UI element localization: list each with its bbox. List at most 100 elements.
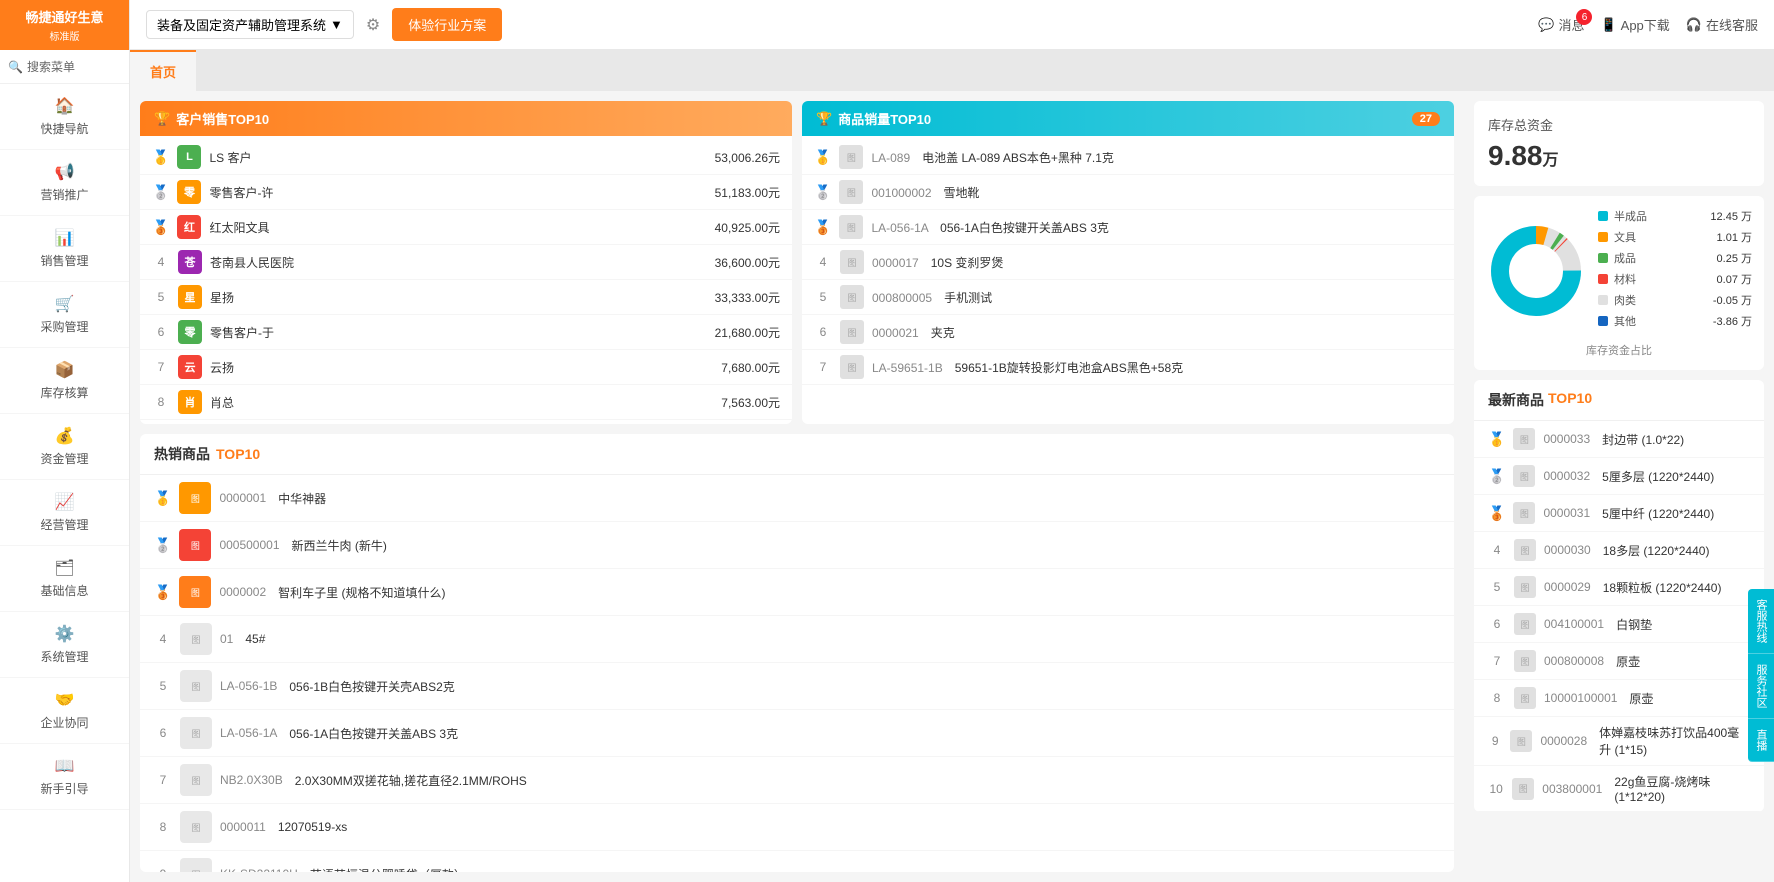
floating-cs-btn[interactable]: 直播 (1748, 719, 1774, 762)
customer-avatar: 云 (178, 355, 202, 379)
medal-icon: 🥈 (152, 184, 169, 201)
hot-product-name: 12070519-xs (278, 820, 1440, 834)
product-img-placeholder: 图 (847, 291, 856, 304)
product-code: 000800005 (872, 291, 932, 305)
new-product-name: 22g鱼豆腐-烧烤味 (1*12*20) (1614, 773, 1750, 804)
customer-name: 苍南县人民医院 (210, 254, 707, 271)
product-info: 000800005 手机测试 (872, 289, 1442, 306)
nav-icon: 📖 (55, 756, 75, 776)
sidebar-item-企业协同[interactable]: 🤝企业协同 (0, 678, 129, 744)
new-products-top10: TOP10 (1548, 390, 1592, 410)
hot-product-name: 056-1B白色按键开关壳ABS2克 (289, 678, 1440, 695)
legend-label: 材料 (1614, 271, 1711, 287)
hot-img-placeholder: 图 (191, 821, 200, 834)
legend-dot (1598, 232, 1608, 242)
hot-product-img: 图 (180, 811, 212, 843)
product-info: 0000021 夹克 (872, 324, 1442, 341)
app-download-btn[interactable]: 📱 App下载 (1600, 15, 1669, 34)
customer-rank-row: 6 零 零售客户-于 21,680.00元 (140, 315, 792, 350)
rank-number: 8 (152, 395, 170, 409)
customer-amount: 33,333.00元 (715, 289, 780, 306)
tab-home[interactable]: 首页 (130, 50, 196, 91)
new-product-row: 5 图 0000029 18颗粒板 (1220*2440) (1474, 569, 1764, 606)
hot-product-img: 图 (179, 576, 211, 608)
new-img-placeholder: 图 (1520, 692, 1529, 705)
product-trophy-icon: 🏆 (816, 111, 832, 127)
sidebar-item-资金管理[interactable]: 💰资金管理 (0, 414, 129, 480)
app-version: 标准版 (25, 28, 103, 43)
new-product-img: 图 (1510, 730, 1532, 752)
chart-label: 库存资金占比 (1486, 342, 1752, 358)
product-img-placeholder: 图 (847, 186, 856, 199)
customer-amount: 36,600.00元 (715, 254, 780, 271)
new-products-header: 最新商品 TOP10 (1474, 380, 1764, 421)
legend-label: 肉类 (1614, 292, 1707, 308)
sidebar-item-采购管理[interactable]: 🛒采购管理 (0, 282, 129, 348)
sidebar-item-基础信息[interactable]: 🗂基础信息 (0, 546, 129, 612)
product-img-placeholder: 图 (847, 221, 856, 234)
product-ranking-body: 🥇 图 LA-089 电池盖 LA-089 ABS本色+黑种 7.1克🥈 图 0… (802, 136, 1454, 389)
customer-ranking-body: 🥇 L LS 客户 53,006.26元🥈 零 零售客户-许 51,183.00… (140, 136, 792, 424)
floating-cs: 客服热线服务社区直播 (1748, 589, 1774, 762)
product-img: 图 (839, 180, 863, 204)
chart-legend: 半成品 12.45 万 文具 1.01 万 成品 0.25 万 材料 0.07 … (1598, 208, 1752, 334)
nav-icon: 🏠 (55, 96, 75, 116)
sidebar-item-库存核算[interactable]: 📦库存核算 (0, 348, 129, 414)
online-service-btn[interactable]: 🎧 在线客服 (1686, 15, 1758, 34)
customer-amount: 21,680.00元 (715, 324, 780, 341)
new-product-code: 0000029 (1544, 580, 1591, 594)
sidebar-item-营销推广[interactable]: 📢营销推广 (0, 150, 129, 216)
trial-btn[interactable]: 体验行业方案 (392, 8, 502, 41)
settings-icon[interactable]: ⚙ (366, 15, 380, 35)
notification-count: 6 (1576, 9, 1592, 25)
rank-number: 4 (1488, 543, 1506, 557)
sidebar-item-销售管理[interactable]: 📊销售管理 (0, 216, 129, 282)
rank-number: 7 (1488, 654, 1506, 668)
legend-item: 肉类 -0.05 万 (1598, 292, 1752, 308)
nav-icon: ⚙️ (55, 624, 75, 644)
new-product-img: 图 (1513, 502, 1535, 524)
floating-cs-btn[interactable]: 客服热线 (1748, 589, 1774, 654)
customer-rank-row: 🥉 红 红太阳文具 40,925.00元 (140, 210, 792, 245)
nav-icon: 🤝 (55, 690, 75, 710)
medal-icon: 🥇 (152, 149, 169, 166)
new-products-title: 最新商品 (1488, 390, 1544, 410)
hot-img-placeholder: 图 (191, 868, 200, 873)
product-code: 0000021 (872, 326, 919, 340)
customer-rank-row: 🥈 零 零售客户-许 51,183.00元 (140, 175, 792, 210)
new-product-code: 0000033 (1543, 432, 1590, 446)
new-product-code: 004100001 (1544, 617, 1604, 631)
new-product-img: 图 (1513, 465, 1535, 487)
system-select[interactable]: 装备及固定资产辅助管理系统 ▼ (146, 10, 354, 39)
nav-label: 销售管理 (40, 252, 88, 269)
notification-btn[interactable]: 💬 消息 6 (1538, 15, 1584, 34)
floating-cs-btn[interactable]: 服务社区 (1748, 654, 1774, 719)
medal-icon: 🥉 (1488, 505, 1505, 522)
medal-icon: 🥇 (814, 149, 831, 166)
product-code: 001000002 (871, 186, 931, 200)
search-menu[interactable]: 🔍 搜索菜单 (0, 50, 129, 84)
sidebar-item-经营管理[interactable]: 📈经营管理 (0, 480, 129, 546)
rank-number: 5 (154, 679, 172, 693)
customer-rank-row: 8 肖 肖总 7,563.00元 (140, 385, 792, 420)
legend-dot (1598, 295, 1608, 305)
customer-rank-row: 7 云 云扬 7,680.00元 (140, 350, 792, 385)
product-code: 0000017 (872, 256, 919, 270)
hot-product-row: 5 图 LA-056-1B 056-1B白色按键开关壳ABS2克 (140, 663, 1454, 710)
sidebar-item-新手引导[interactable]: 📖新手引导 (0, 744, 129, 810)
hot-product-img: 图 (180, 717, 212, 749)
sidebar-item-快捷导航[interactable]: 🏠快捷导航 (0, 84, 129, 150)
customer-amount: 7,680.00元 (721, 359, 780, 376)
product-badge: 27 (1412, 112, 1440, 126)
new-product-row: 🥈 图 0000032 5厘多层 (1220*2440) (1474, 458, 1764, 495)
product-img: 图 (839, 215, 863, 239)
medal-icon: 🥈 (154, 537, 171, 554)
hot-img-placeholder: 图 (191, 492, 200, 505)
online-service-label: 在线客服 (1706, 15, 1758, 34)
new-product-name: 18多层 (1220*2440) (1603, 542, 1710, 559)
new-img-placeholder: 图 (1520, 655, 1529, 668)
new-product-name: 封边带 (1.0*22) (1602, 431, 1684, 448)
app-download-label: App下载 (1621, 15, 1670, 34)
sidebar-item-系统管理[interactable]: ⚙️系统管理 (0, 612, 129, 678)
customer-avatar: 零 (177, 180, 201, 204)
